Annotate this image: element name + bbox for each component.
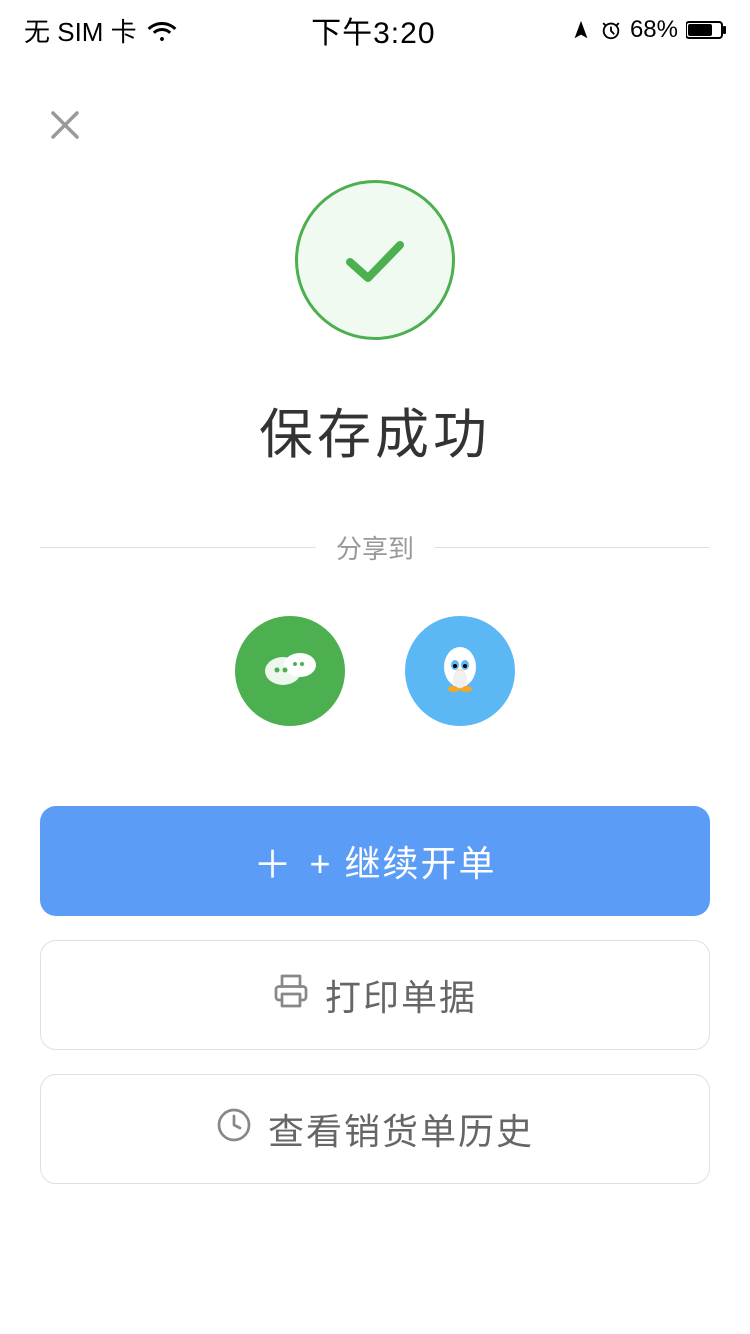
action-buttons: ＋ + 继续开单 打印单据 [0,806,750,1184]
history-icon [216,1107,252,1152]
continue-icon: ＋ [253,834,293,889]
history-button[interactable]: 查看销货单历史 [40,1074,710,1184]
status-right: 68% [570,16,726,44]
share-label: 分享到 [316,529,434,566]
battery-percent: 68% [630,16,678,44]
sim-status: 无 SIM 卡 [24,12,137,49]
share-divider: 分享到 [40,529,710,566]
share-qq-button[interactable] [405,616,515,726]
success-section: 保存成功 分享到 [0,60,750,1184]
battery-icon [686,20,726,40]
continue-label: + 继续开单 [309,835,496,887]
location-icon [570,19,592,41]
status-left: 无 SIM 卡 [24,12,177,49]
print-button[interactable]: 打印单据 [40,940,710,1050]
status-bar: 无 SIM 卡 下午3:20 68% [0,0,750,60]
success-title: 保存成功 [259,390,491,469]
share-wechat-button[interactable] [235,616,345,726]
print-icon [273,973,309,1018]
continue-button[interactable]: ＋ + 继续开单 [40,806,710,916]
close-button[interactable] [40,100,90,150]
alarm-icon [600,19,622,41]
wifi-icon [147,19,177,41]
share-section: 分享到 [0,529,750,806]
success-circle [295,180,455,340]
history-label: 查看销货单历史 [268,1103,534,1155]
main-content: 保存成功 分享到 [0,60,750,1334]
print-label: 打印单据 [325,969,477,1021]
share-icons [40,616,710,726]
status-time: 下午3:20 [311,8,435,52]
